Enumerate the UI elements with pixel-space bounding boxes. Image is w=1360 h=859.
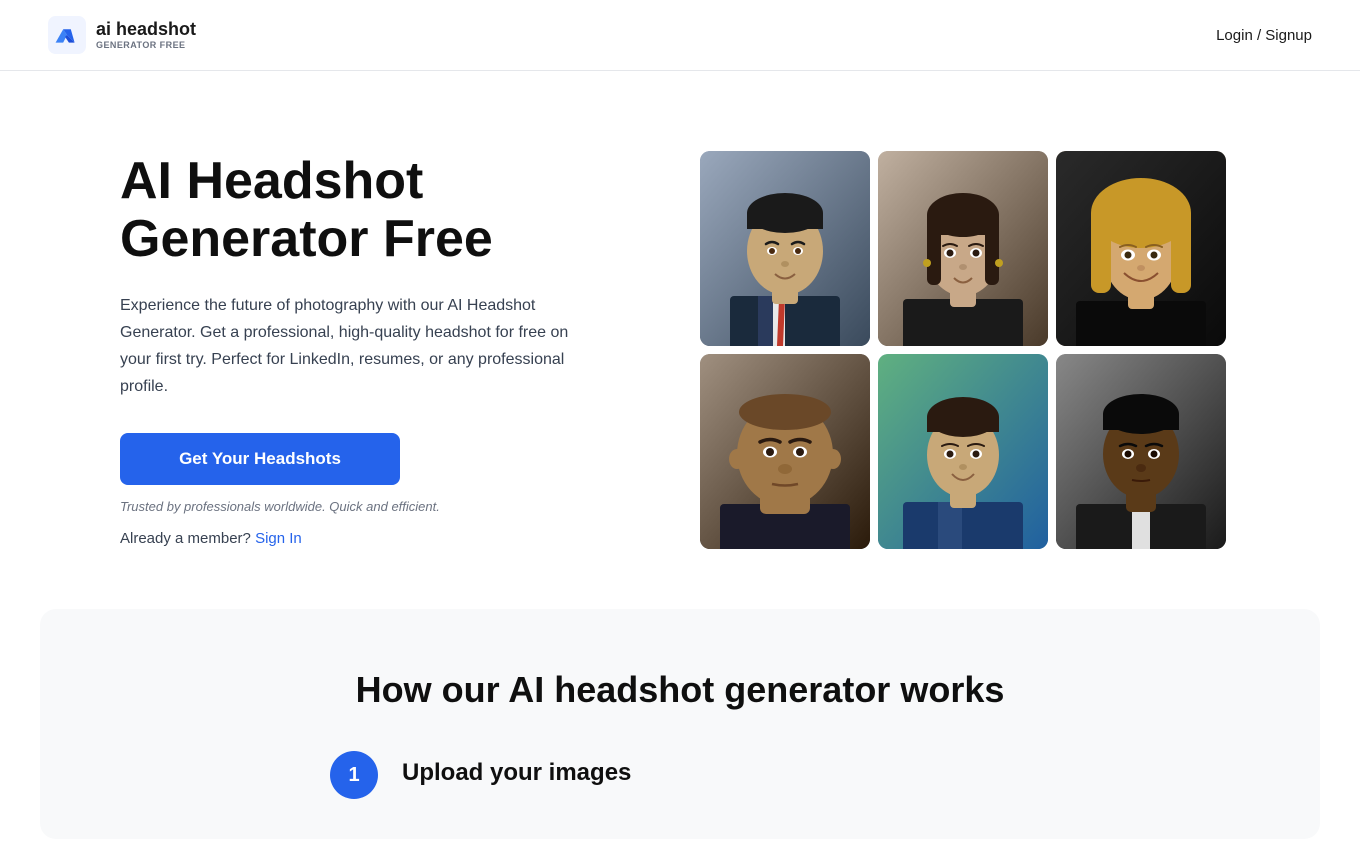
- logo-title: ai headshot: [96, 20, 196, 40]
- navbar: ai headshot GENERATOR FREE Login / Signu…: [0, 0, 1360, 71]
- headshot-grid: [700, 151, 1240, 549]
- logo: ai headshot GENERATOR FREE: [48, 16, 196, 54]
- logo-text: ai headshot GENERATOR FREE: [96, 20, 196, 50]
- headshot-card-5: [878, 354, 1048, 549]
- logo-subtitle: GENERATOR FREE: [96, 40, 196, 50]
- step-1-row: 1 Upload your images: [330, 751, 1030, 799]
- trusted-text: Trusted by professionals worldwide. Quic…: [120, 499, 600, 514]
- step-1-label: Upload your images: [402, 751, 631, 787]
- hero-description: Experience the future of photography wit…: [120, 292, 600, 401]
- headshot-card-4: [700, 354, 870, 549]
- headshot-card-2: [878, 151, 1048, 346]
- headshot-card-1: [700, 151, 870, 346]
- get-headshots-button[interactable]: Get Your Headshots: [120, 433, 400, 485]
- hero-heading: AI Headshot Generator Free: [120, 153, 600, 267]
- step-1-number: 1: [330, 751, 378, 799]
- how-title: How our AI headshot generator works: [88, 669, 1272, 711]
- login-signup-link[interactable]: Login / Signup: [1216, 27, 1312, 44]
- headshot-card-3: [1056, 151, 1226, 346]
- hero-content: AI Headshot Generator Free Experience th…: [120, 153, 600, 546]
- hero-section: AI Headshot Generator Free Experience th…: [0, 71, 1360, 609]
- sign-in-link[interactable]: Sign In: [255, 530, 302, 547]
- headshot-card-6: [1056, 354, 1226, 549]
- logo-icon: [48, 16, 86, 54]
- already-member-text: Already a member? Sign In: [120, 530, 600, 547]
- how-it-works-section: How our AI headshot generator works 1 Up…: [40, 609, 1320, 839]
